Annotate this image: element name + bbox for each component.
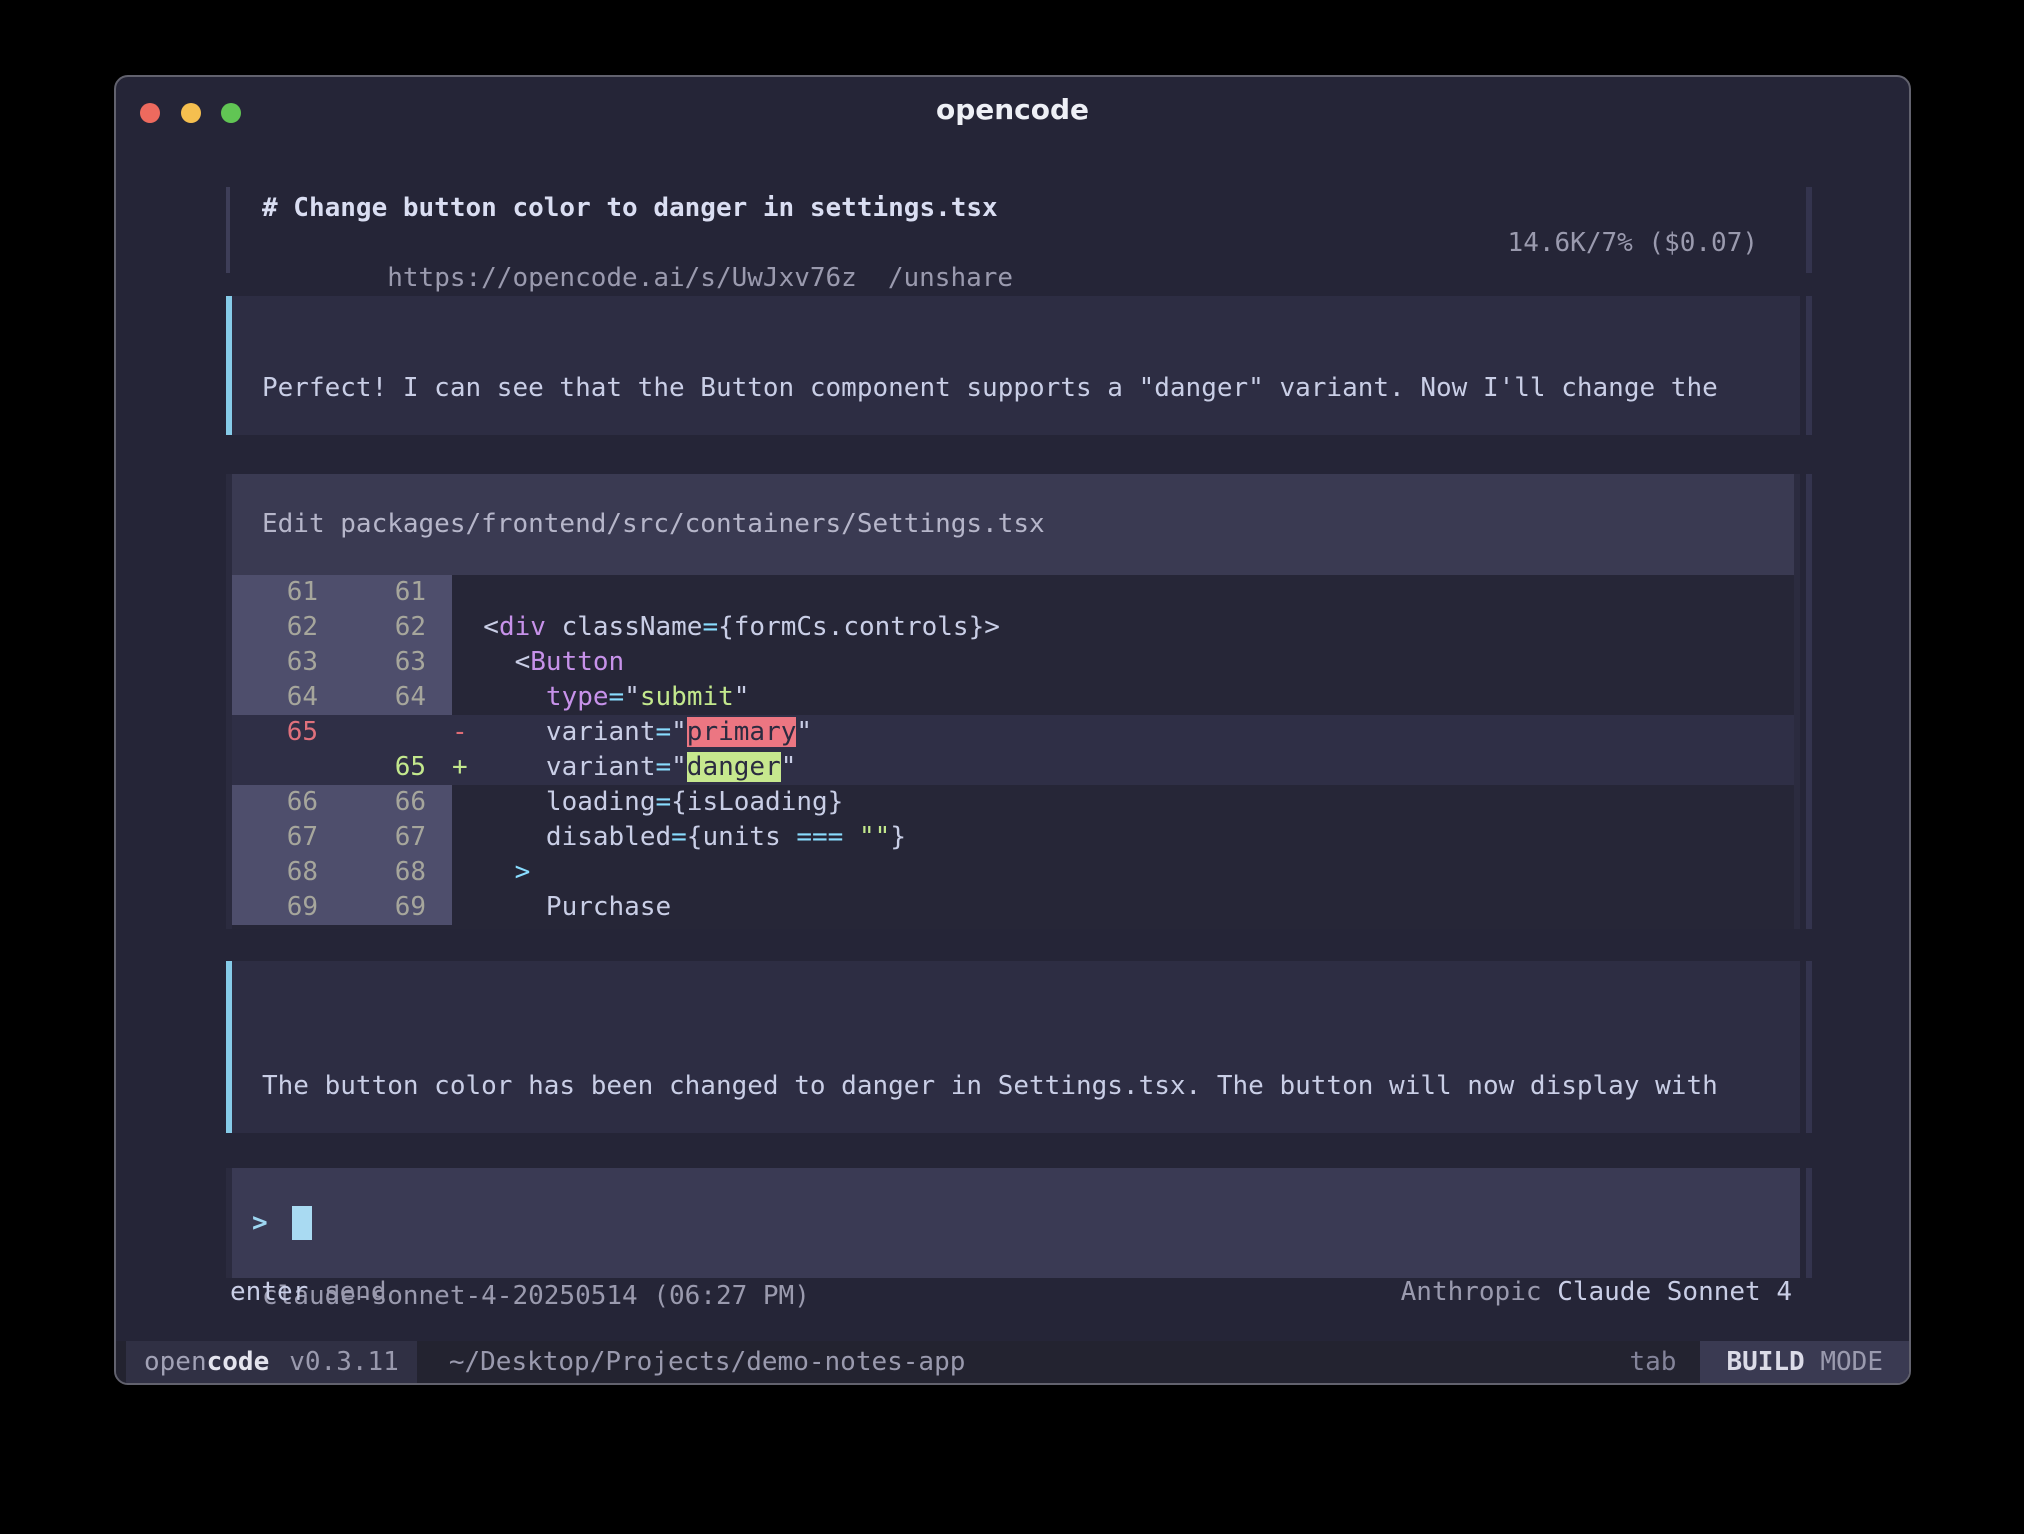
diff-row: 6464 type="submit" [232, 680, 1794, 715]
status-bar: opencode v0.3.11 ~/Desktop/Projects/demo-… [116, 1341, 1909, 1383]
diff-row: 6666 loading={isLoading} [232, 785, 1794, 820]
diff-code-line: <div className={formCs.controls}> [452, 610, 1794, 645]
diff-gutter: 6464 [232, 680, 452, 715]
diff-code-line: loading={isLoading} [452, 785, 1794, 820]
block-right-border [1806, 961, 1812, 1133]
mode-name: BUILD [1726, 1345, 1804, 1380]
send-action-label: send [324, 1277, 387, 1307]
diff-gutter: 65 [232, 750, 452, 785]
diff-code-line: > [452, 855, 1794, 890]
diff-code-line: Purchase [452, 890, 1794, 925]
diff-gutter: 6363 [232, 645, 452, 680]
prompt-input[interactable]: > [226, 1168, 1800, 1278]
app-version: v0.3.11 [289, 1345, 399, 1380]
diff-row: 65- variant="primary" [232, 715, 1794, 750]
diff-row: 6363 <Button [232, 645, 1794, 680]
block-right-border [1806, 187, 1812, 273]
diff-gutter: 6767 [232, 820, 452, 855]
block-right-border [1806, 474, 1812, 929]
send-hint: enter send [230, 1275, 387, 1310]
hints-row: enter send Anthropic Claude Sonnet 4 [226, 1275, 1800, 1310]
share-url-link[interactable]: https://opencode.ai/s/UwJxv76z [387, 263, 857, 293]
diff-code-line: - variant="primary" [452, 715, 1794, 750]
model-indicator: Anthropic Claude Sonnet 4 [1401, 1275, 1792, 1310]
diff-code-line: disabled={units === ""} [452, 820, 1794, 855]
build-mode-toggle[interactable]: BUILD MODE [1700, 1341, 1909, 1383]
tab-key-hint: tab [1629, 1345, 1676, 1380]
text-cursor [292, 1206, 312, 1240]
diff-row: 6161 [232, 575, 1794, 610]
diff-gutter: 6666 [232, 785, 452, 820]
diff-gutter: 6868 [232, 855, 452, 890]
diff-file-header: Edit packages/frontend/src/containers/Se… [232, 474, 1794, 575]
diff-row: 6868 > [232, 855, 1794, 890]
message-text-line: The button color has been changed to dan… [262, 1069, 1800, 1104]
app-name-code: code [207, 1345, 270, 1380]
diff-row: 65+ variant="danger" [232, 750, 1794, 785]
diff-code-line [452, 575, 1794, 610]
window-title: opencode [116, 95, 1909, 125]
diff-gutter: 6262 [232, 610, 452, 645]
diff-code-line: type="submit" [452, 680, 1794, 715]
edit-diff-panel: Edit packages/frontend/src/containers/Se… [226, 474, 1800, 929]
diff-rows: 61616262<div className={formCs.controls}… [232, 575, 1794, 925]
unshare-command[interactable]: /unshare [888, 263, 1013, 293]
diff-row: 6262<div className={formCs.controls}> [232, 610, 1794, 645]
assistant-message: The button color has been changed to dan… [226, 961, 1800, 1133]
enter-key-hint: enter [230, 1277, 308, 1307]
opencode-window: opencode # Change button color to danger… [114, 75, 1911, 1385]
block-right-border [1806, 1168, 1812, 1278]
session-header: # Change button color to danger in setti… [226, 187, 1800, 273]
model-name: Claude Sonnet 4 [1557, 1277, 1792, 1307]
message-text-line: Perfect! I can see that the Button compo… [262, 371, 1800, 406]
block-right-border [1806, 296, 1812, 435]
prompt-symbol: > [252, 1206, 268, 1241]
app-name-open: open [144, 1345, 207, 1380]
diff-row: 6767 disabled={units === ""} [232, 820, 1794, 855]
diff-gutter: 6969 [232, 890, 452, 925]
app-version-chip: opencode v0.3.11 [126, 1341, 417, 1383]
diff-code-line: + variant="danger" [452, 750, 1794, 785]
diff-row: 6969 Purchase [232, 890, 1794, 925]
session-title: # Change button color to danger in setti… [262, 191, 1800, 226]
title-bar[interactable]: opencode [116, 77, 1909, 143]
mode-suffix: MODE [1805, 1345, 1883, 1380]
project-path: ~/Desktop/Projects/demo-notes-app [449, 1345, 966, 1380]
diff-gutter: 6161 [232, 575, 452, 610]
provider-label: Anthropic [1401, 1277, 1542, 1307]
diff-gutter: 65 [232, 715, 452, 750]
assistant-message: Perfect! I can see that the Button compo… [226, 296, 1800, 435]
diff-code-line: <Button [452, 645, 1794, 680]
